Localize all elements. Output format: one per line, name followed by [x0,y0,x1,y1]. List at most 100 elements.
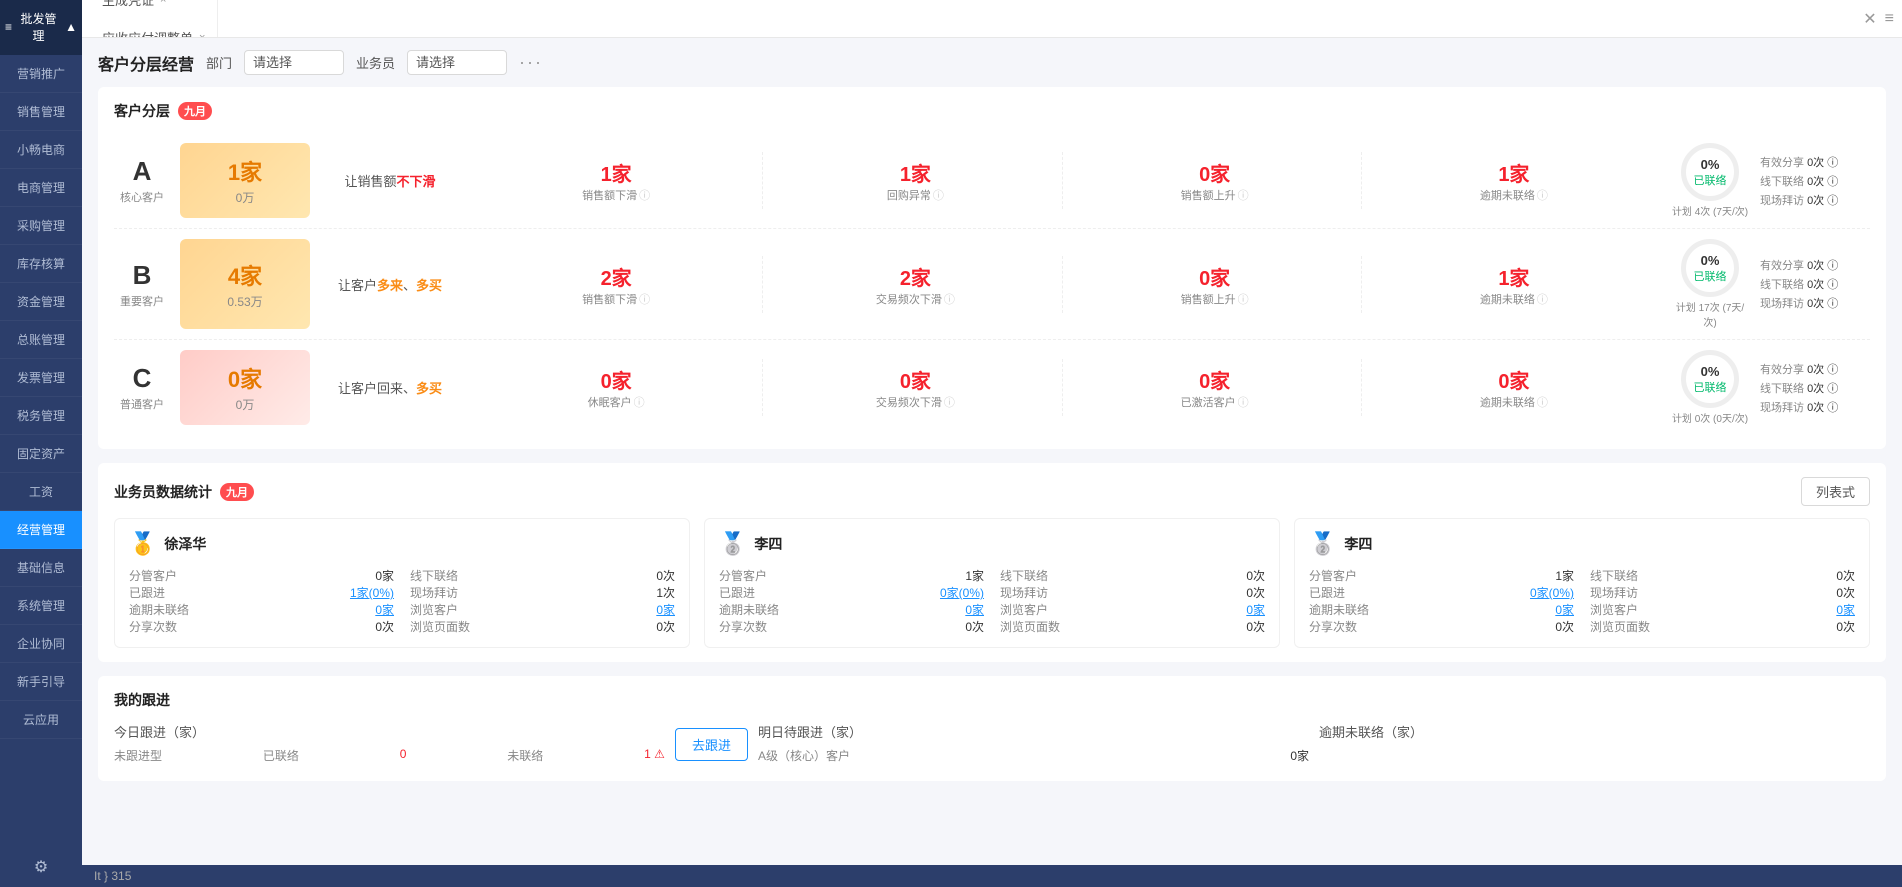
stat-cell-1[interactable]: 2家 交易频次下滑 ⓘ [769,256,1062,313]
tomorrow-followup-col: 明日待跟进（家） A级（核心）客户 0家 [758,722,1309,767]
sidebar-item-总账管理[interactable]: 总账管理 [0,321,82,359]
staff-stat-row: 逾期未联络 0家 [719,601,984,618]
staff-stat-val[interactable]: 0家 [1836,601,1855,618]
info-icon[interactable]: ⓘ [639,291,650,307]
tier-count-block: 1家 0万 [180,143,310,218]
staff-stat-val[interactable]: 1家(0%) [350,584,394,601]
tab-close-icon[interactable]: × [160,0,166,6]
stat-cell-0[interactable]: 2家 销售额下滑 ⓘ [470,256,763,313]
staff-stat-val: 0次 [656,618,675,635]
staff-medal-icon: 🥈 [719,531,746,557]
go-follow-button[interactable]: 去跟进 [675,728,748,761]
tab-label: 应收应付调整单 [102,28,193,38]
tabs-menu-icon[interactable]: ≡ [1885,10,1894,28]
tier-label-B: B 重要客户 [114,239,170,329]
info-icon[interactable]: ⓘ [1238,291,1249,307]
staff-select[interactable]: 请选择 [407,50,507,75]
info-icon[interactable]: ⓘ [1238,187,1249,203]
staff-stat-val: 0次 [1246,584,1265,601]
stat-cell-2[interactable]: 0家 已激活客户 ⓘ [1069,359,1362,416]
sidebar-item-基础信息[interactable]: 基础信息 [0,549,82,587]
info-icon[interactable]: ⓘ [634,394,645,410]
sidebar-item-资金管理[interactable]: 资金管理 [0,283,82,321]
today-row-not-contacted-val: 1 ⚠ [644,747,665,764]
stat-cell-0[interactable]: 1家 销售额下滑 ⓘ [470,152,763,209]
sidebar-item-库存核算[interactable]: 库存核算 [0,245,82,283]
staff-stat-label: 线下联络 [1000,567,1048,584]
sidebar-item-采购管理[interactable]: 采购管理 [0,207,82,245]
staff-medal-icon: 🥇 [129,531,156,557]
sidebar-item-固定资产[interactable]: 固定资产 [0,435,82,473]
sidebar-item-电商管理[interactable]: 电商管理 [0,169,82,207]
staff-stat-row: 浏览页面数 0次 [410,618,675,635]
sidebar-item-经营管理[interactable]: 经营管理 [0,511,82,549]
tabs-collapse-icon[interactable]: ✕ [1863,9,1876,29]
tab-应收应付调整单[interactable]: 应收应付调整单× [90,19,218,39]
info-icon[interactable]: ⓘ [1537,394,1548,410]
stat-cell-2[interactable]: 0家 销售额上升 ⓘ [1069,152,1362,209]
sidebar-item-系统管理[interactable]: 系统管理 [0,587,82,625]
staff-stat-row: 浏览客户 0家 [1000,601,1265,618]
stat-cell-2[interactable]: 0家 销售额上升 ⓘ [1069,256,1362,313]
sidebar-item-小畅电商[interactable]: 小畅电商 [0,131,82,169]
tier-count-num: 0家 [228,362,262,394]
staff-header: 🥈 李四 [719,531,1265,557]
sidebar-item-云应用[interactable]: 云应用 [0,701,82,739]
staff-stat-val[interactable]: 0家 [375,601,394,618]
sidebar-item-税务管理[interactable]: 税务管理 [0,397,82,435]
tier-right-stats: 有效分享 0次 ⓘ线下联络 0次 ⓘ现场拜访 0次 ⓘ [1760,143,1870,218]
staff-stat-val[interactable]: 0家(0%) [1530,584,1574,601]
tier-right-stats: 有效分享 0次 ⓘ线下联络 0次 ⓘ现场拜访 0次 ⓘ [1760,350,1870,425]
stat-cell-1[interactable]: 1家 回购异常 ⓘ [769,152,1062,209]
stat-cell-0[interactable]: 0家 休眠客户 ⓘ [470,359,763,416]
overdue-col: 逾期未联络（家） [1319,722,1870,747]
staff-stat-val[interactable]: 0家 [965,601,984,618]
staff-stat-label: 浏览页面数 [410,618,470,635]
staff-name: 徐泽华 [164,534,206,554]
tier-right-stat-row: 有效分享 0次 ⓘ [1760,361,1870,377]
staff-stat-row: 现场拜访 0次 [1000,584,1265,601]
staff-stat-val[interactable]: 0家 [656,601,675,618]
filter-more-icon[interactable]: ··· [519,52,543,73]
staff-stat-label: 分享次数 [719,618,767,635]
tier-name: 核心客户 [120,189,164,205]
tomorrow-followup-title: 明日待跟进（家） [758,722,1309,741]
staff-stat-row: 分享次数 0次 [129,618,394,635]
list-view-button[interactable]: 列表式 [1801,477,1870,506]
sidebar-item-工资[interactable]: 工资 [0,473,82,511]
follow-section: 我的跟进 今日跟进（家） 未跟进型 已联络 0 未联络 1 ⚠ 去跟进 明日待跟… [98,676,1886,781]
info-icon[interactable]: ⓘ [1238,394,1249,410]
stat-label: 逾期未联络 ⓘ [1480,187,1548,203]
staff-stats-right: 线下联络 0次 现场拜访 1次 浏览客户 0家 浏览页面数 0次 [410,567,675,635]
sidebar-item-企业协同[interactable]: 企业协同 [0,625,82,663]
staff-name: 李四 [754,534,782,554]
sidebar-item-销售管理[interactable]: 销售管理 [0,93,82,131]
sidebar-settings[interactable]: ⚙ [0,847,82,887]
dept-select[interactable]: 请选择 [244,50,344,75]
staff-stat-val[interactable]: 0家 [1555,601,1574,618]
staff-stat-val[interactable]: 0家(0%) [940,584,984,601]
stat-cell-1[interactable]: 0家 交易频次下滑 ⓘ [769,359,1062,416]
bottom-text: It } 315 [94,869,131,883]
sidebar-item-营销推广[interactable]: 营销推广 [0,55,82,93]
staff-section-header: 业务员数据统计 九月 列表式 [114,477,1870,506]
bottom-bar: It } 315 [82,865,1902,887]
stat-cell-3[interactable]: 1家 逾期未联络 ⓘ [1368,256,1660,313]
staff-stat-val[interactable]: 0家 [1246,601,1265,618]
sidebar-header[interactable]: ≡ 批发管理 ▲ [0,0,82,55]
info-icon[interactable]: ⓘ [944,291,955,307]
tab-生成凭证[interactable]: 生成凭证× [90,0,218,19]
info-icon[interactable]: ⓘ [1537,187,1548,203]
info-icon[interactable]: ⓘ [1537,291,1548,307]
info-icon[interactable]: ⓘ [944,394,955,410]
staff-stats: 分管客户 1家 已跟进 0家(0%) 逾期未联络 0家 分享次数 0次 线下联络… [719,567,1265,635]
stat-label: 销售额下滑 ⓘ [582,187,650,203]
info-icon[interactable]: ⓘ [639,187,650,203]
info-icon[interactable]: ⓘ [933,187,944,203]
stat-cell-3[interactable]: 0家 逾期未联络 ⓘ [1368,359,1660,416]
sidebar-item-新手引导[interactable]: 新手引导 [0,663,82,701]
circle-pct: 0% [1701,364,1720,379]
tier-right-stat-row: 现场拜访 0次 ⓘ [1760,399,1870,415]
sidebar-item-发票管理[interactable]: 发票管理 [0,359,82,397]
stat-cell-3[interactable]: 1家 逾期未联络 ⓘ [1368,152,1660,209]
